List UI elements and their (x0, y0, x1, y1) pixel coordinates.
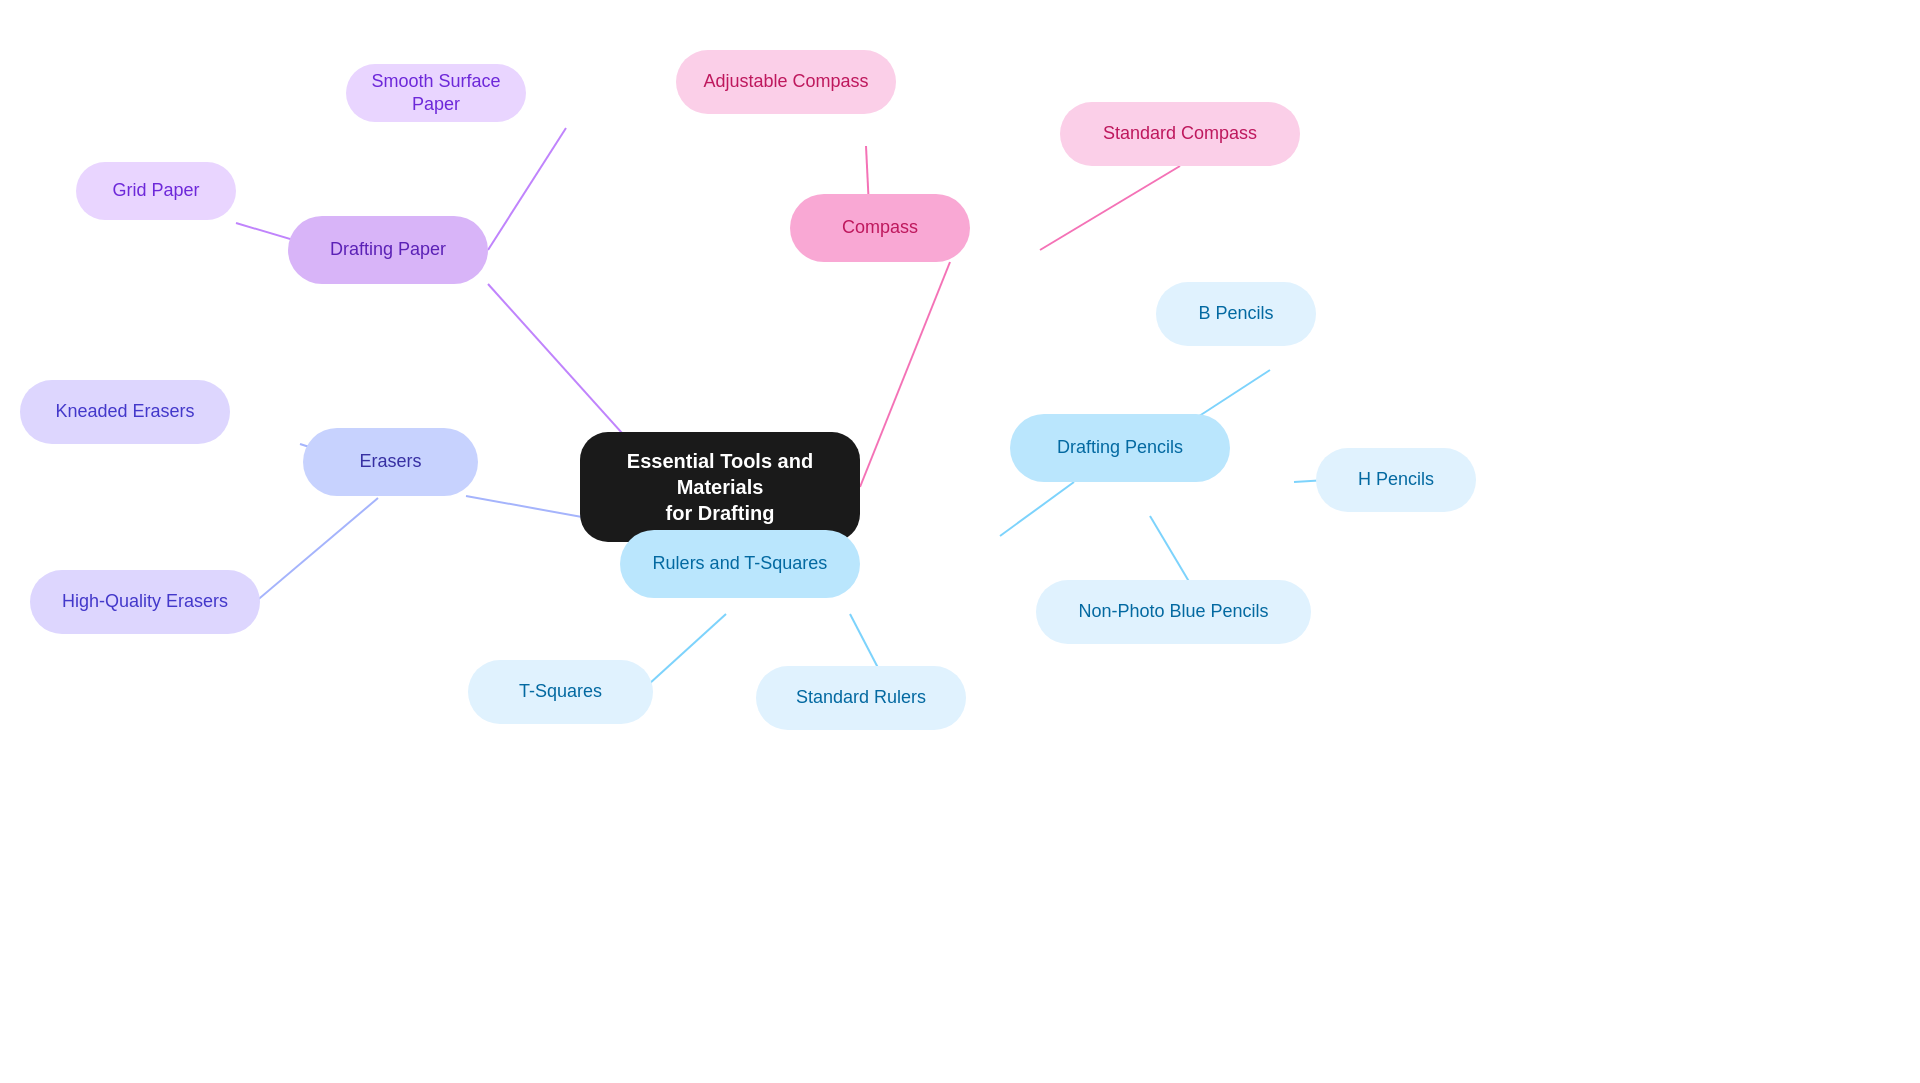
rulers-tsquares-label: Rulers and T-Squares (645, 552, 836, 575)
node-tsquares[interactable]: T-Squares (468, 660, 653, 724)
standard-rulers-label: Standard Rulers (788, 686, 934, 709)
node-adjustable-compass[interactable]: Adjustable Compass (676, 50, 896, 114)
node-compass[interactable]: Compass (790, 194, 970, 262)
svg-line-1 (488, 128, 566, 250)
node-h-pencils[interactable]: H Pencils (1316, 448, 1476, 512)
node-kneaded-erasers[interactable]: Kneaded Erasers (20, 380, 230, 444)
high-quality-erasers-label: High-Quality Erasers (54, 590, 236, 613)
compass-label: Compass (834, 216, 926, 239)
drafting-paper-label: Drafting Paper (322, 238, 454, 261)
non-photo-blue-label: Non-Photo Blue Pencils (1070, 600, 1276, 623)
kneaded-erasers-label: Kneaded Erasers (47, 400, 202, 423)
tsquares-label: T-Squares (511, 680, 610, 703)
b-pencils-label: B Pencils (1190, 302, 1281, 325)
svg-line-3 (860, 262, 950, 487)
h-pencils-label: H Pencils (1350, 468, 1442, 491)
standard-compass-label: Standard Compass (1095, 122, 1265, 145)
svg-line-5 (1040, 166, 1180, 250)
node-b-pencils[interactable]: B Pencils (1156, 282, 1316, 346)
adjustable-compass-label: Adjustable Compass (695, 70, 876, 93)
center-node[interactable]: Essential Tools and Materials for Drafti… (580, 432, 860, 542)
node-drafting-paper[interactable]: Drafting Paper (288, 216, 488, 284)
node-standard-rulers[interactable]: Standard Rulers (756, 666, 966, 730)
node-non-photo-blue-pencils[interactable]: Non-Photo Blue Pencils (1036, 580, 1311, 644)
node-smooth-surface-paper[interactable]: Smooth Surface Paper (346, 64, 526, 122)
node-drafting-pencils[interactable]: Drafting Pencils (1010, 414, 1230, 482)
node-standard-compass[interactable]: Standard Compass (1060, 102, 1300, 166)
node-high-quality-erasers[interactable]: High-Quality Erasers (30, 570, 260, 634)
drafting-pencils-label: Drafting Pencils (1049, 436, 1191, 459)
center-node-label: Essential Tools and Materials for Drafti… (580, 448, 860, 526)
node-rulers-and-tsquares[interactable]: Rulers and T-Squares (620, 530, 860, 598)
svg-line-12 (1000, 482, 1074, 536)
node-grid-paper[interactable]: Grid Paper (76, 162, 236, 220)
erasers-label: Erasers (351, 450, 429, 473)
node-erasers[interactable]: Erasers (303, 428, 478, 496)
grid-paper-label: Grid Paper (104, 179, 207, 202)
smooth-surface-paper-label: Smooth Surface Paper (346, 70, 526, 117)
